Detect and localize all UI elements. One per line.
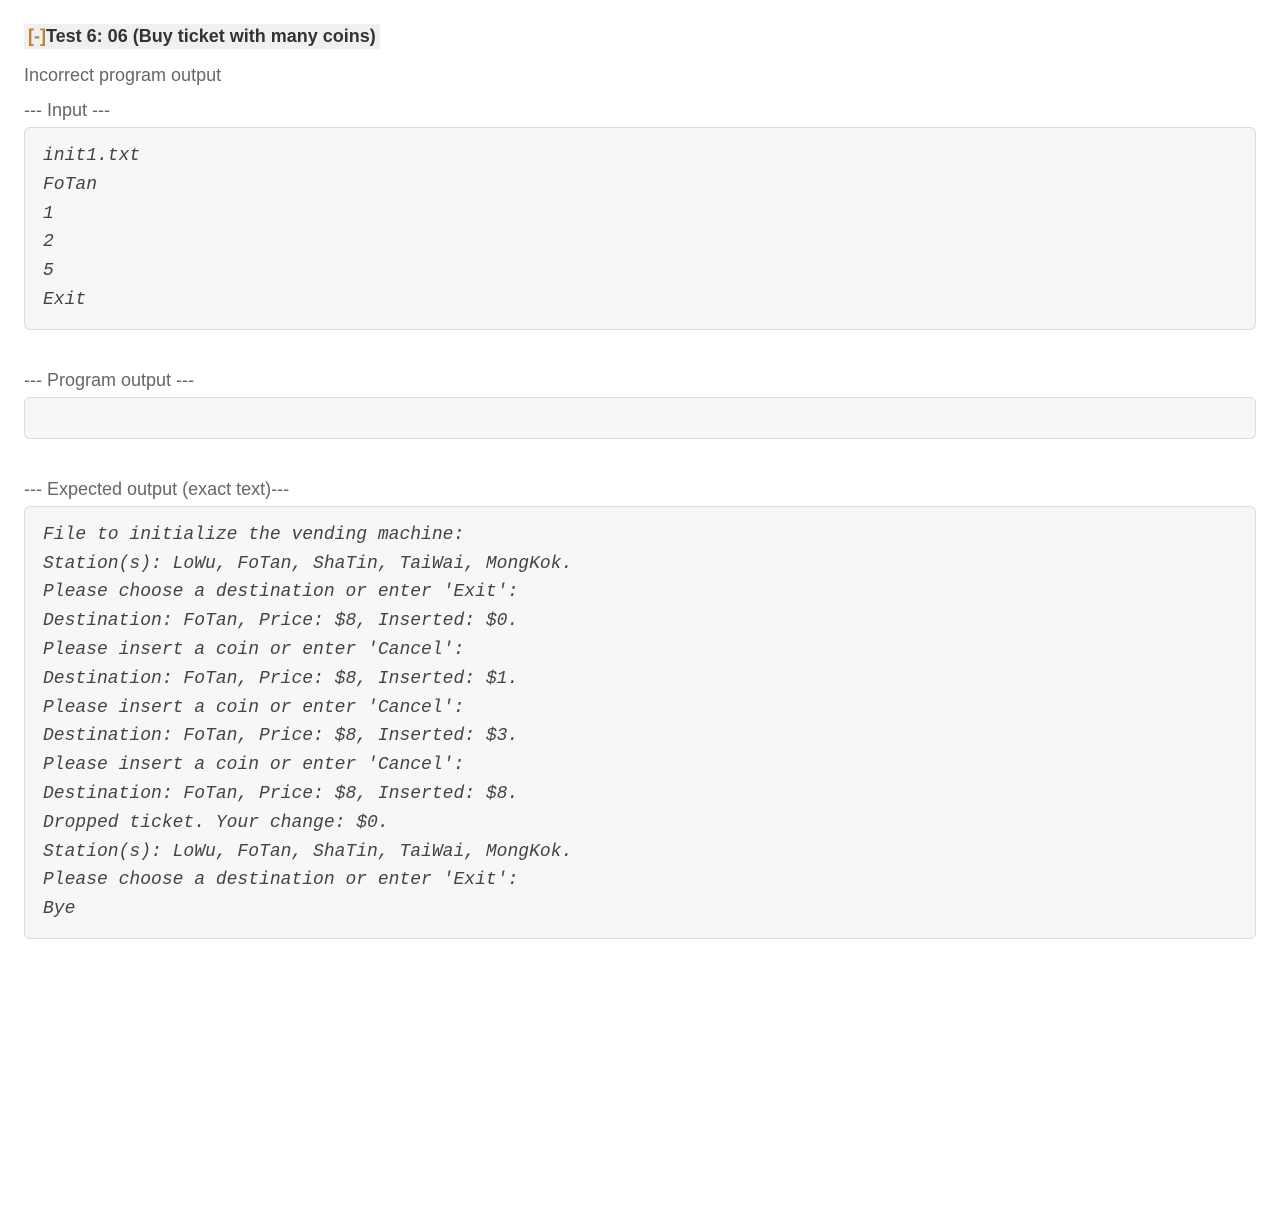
expected-output-section-label: --- Expected output (exact text)--- <box>24 479 1256 500</box>
input-block: init1.txt FoTan 1 2 5 Exit <box>24 127 1256 330</box>
input-section-label: --- Input --- <box>24 100 1256 121</box>
expected-output-block: File to initialize the vending machine: … <box>24 506 1256 939</box>
program-output-block <box>24 397 1256 439</box>
test-status: Incorrect program output <box>24 65 1256 86</box>
test-header: [-]Test 6: 06 (Buy ticket with many coin… <box>24 24 380 49</box>
collapse-toggle[interactable]: [-] <box>28 26 46 46</box>
program-output-section-label: --- Program output --- <box>24 370 1256 391</box>
test-title: Test 6: 06 (Buy ticket with many coins) <box>46 26 376 46</box>
